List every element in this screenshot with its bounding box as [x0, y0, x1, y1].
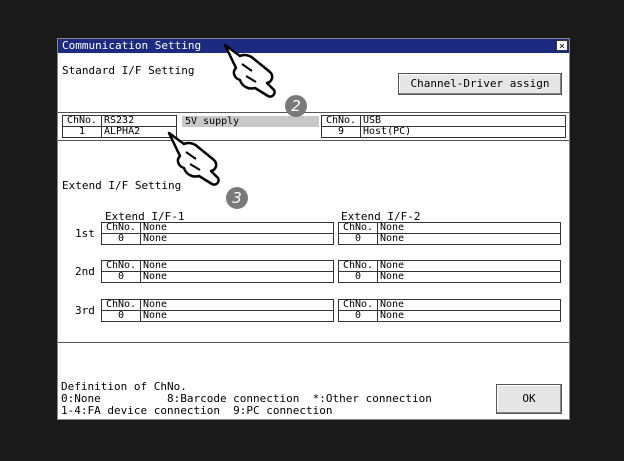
extend-2-2nd-table[interactable]: ChNo. None 0 None — [338, 260, 561, 283]
callout-badge-3: 3 — [226, 187, 248, 209]
extend-2-1st-table[interactable]: ChNo. None 0 None — [338, 222, 561, 245]
callout-badge-2: 2 — [285, 95, 307, 117]
driver-value[interactable]: None — [377, 233, 561, 245]
close-icon[interactable]: × — [556, 40, 568, 52]
standard-if-heading: Standard I/F Setting — [62, 64, 195, 77]
pointing-hand-icon — [167, 131, 220, 186]
window-title: Communication Setting — [62, 39, 202, 52]
ch-header: ChNo. — [101, 299, 141, 311]
driver-header: None — [377, 299, 561, 311]
ch-header: ChNo. — [338, 299, 378, 311]
ch-header: ChNo. — [101, 222, 141, 234]
rs232-name-header: RS232 — [101, 115, 177, 127]
driver-value[interactable]: None — [140, 271, 334, 283]
extend-if-heading: Extend I/F Setting — [62, 179, 182, 192]
ch-value[interactable]: 0 — [338, 271, 378, 283]
usb-ch-header: ChNo. — [321, 115, 361, 127]
driver-value[interactable]: None — [140, 233, 334, 245]
ch-value[interactable]: 0 — [101, 271, 141, 283]
driver-value[interactable]: None — [140, 310, 334, 322]
row-label-1st: 1st — [75, 227, 95, 240]
rs232-ch-value[interactable]: 1 — [62, 126, 102, 138]
ch-value[interactable]: 0 — [101, 310, 141, 322]
usb-name-header: USB — [360, 115, 566, 127]
rs232-ch-header: ChNo. — [62, 115, 102, 127]
row-label-3rd: 3rd — [75, 304, 95, 317]
ch-header: ChNo. — [338, 260, 378, 272]
extend-1-2nd-table[interactable]: ChNo. None 0 None — [101, 260, 334, 283]
usb-table[interactable]: ChNo. USB 9 Host(PC) — [321, 115, 566, 138]
title-bar: Communication Setting × — [58, 39, 569, 53]
ch-value[interactable]: 0 — [101, 233, 141, 245]
usb-driver-value[interactable]: Host(PC) — [360, 126, 566, 138]
extend-2-3rd-table[interactable]: ChNo. None 0 None — [338, 299, 561, 322]
5v-supply-indicator[interactable]: 5V supply — [182, 116, 319, 127]
ch-header: ChNo. — [338, 222, 378, 234]
divider — [58, 342, 569, 343]
rs232-table[interactable]: ChNo. RS232 1 ALPHA2 — [62, 115, 177, 138]
divider — [58, 140, 569, 141]
usb-ch-value[interactable]: 9 — [321, 126, 361, 138]
extend-1-1st-table[interactable]: ChNo. None 0 None — [101, 222, 334, 245]
driver-header: None — [377, 222, 561, 234]
ch-value[interactable]: 0 — [338, 233, 378, 245]
communication-setting-window: Communication Setting × Standard I/F Set… — [57, 38, 570, 420]
driver-header: None — [377, 260, 561, 272]
driver-header: None — [140, 222, 334, 234]
divider — [58, 112, 569, 113]
definition-line-2: 1-4:FA device connection 9:PC connection — [61, 404, 333, 417]
channel-driver-assign-button[interactable]: Channel-Driver assign — [398, 73, 562, 95]
ch-value[interactable]: 0 — [338, 310, 378, 322]
pointing-hand-icon — [223, 43, 276, 98]
driver-header: None — [140, 260, 334, 272]
driver-value[interactable]: None — [377, 310, 561, 322]
extend-1-3rd-table[interactable]: ChNo. None 0 None — [101, 299, 334, 322]
driver-header: None — [140, 299, 334, 311]
driver-value[interactable]: None — [377, 271, 561, 283]
ok-button[interactable]: OK — [496, 384, 562, 414]
row-label-2nd: 2nd — [75, 265, 95, 278]
ch-header: ChNo. — [101, 260, 141, 272]
